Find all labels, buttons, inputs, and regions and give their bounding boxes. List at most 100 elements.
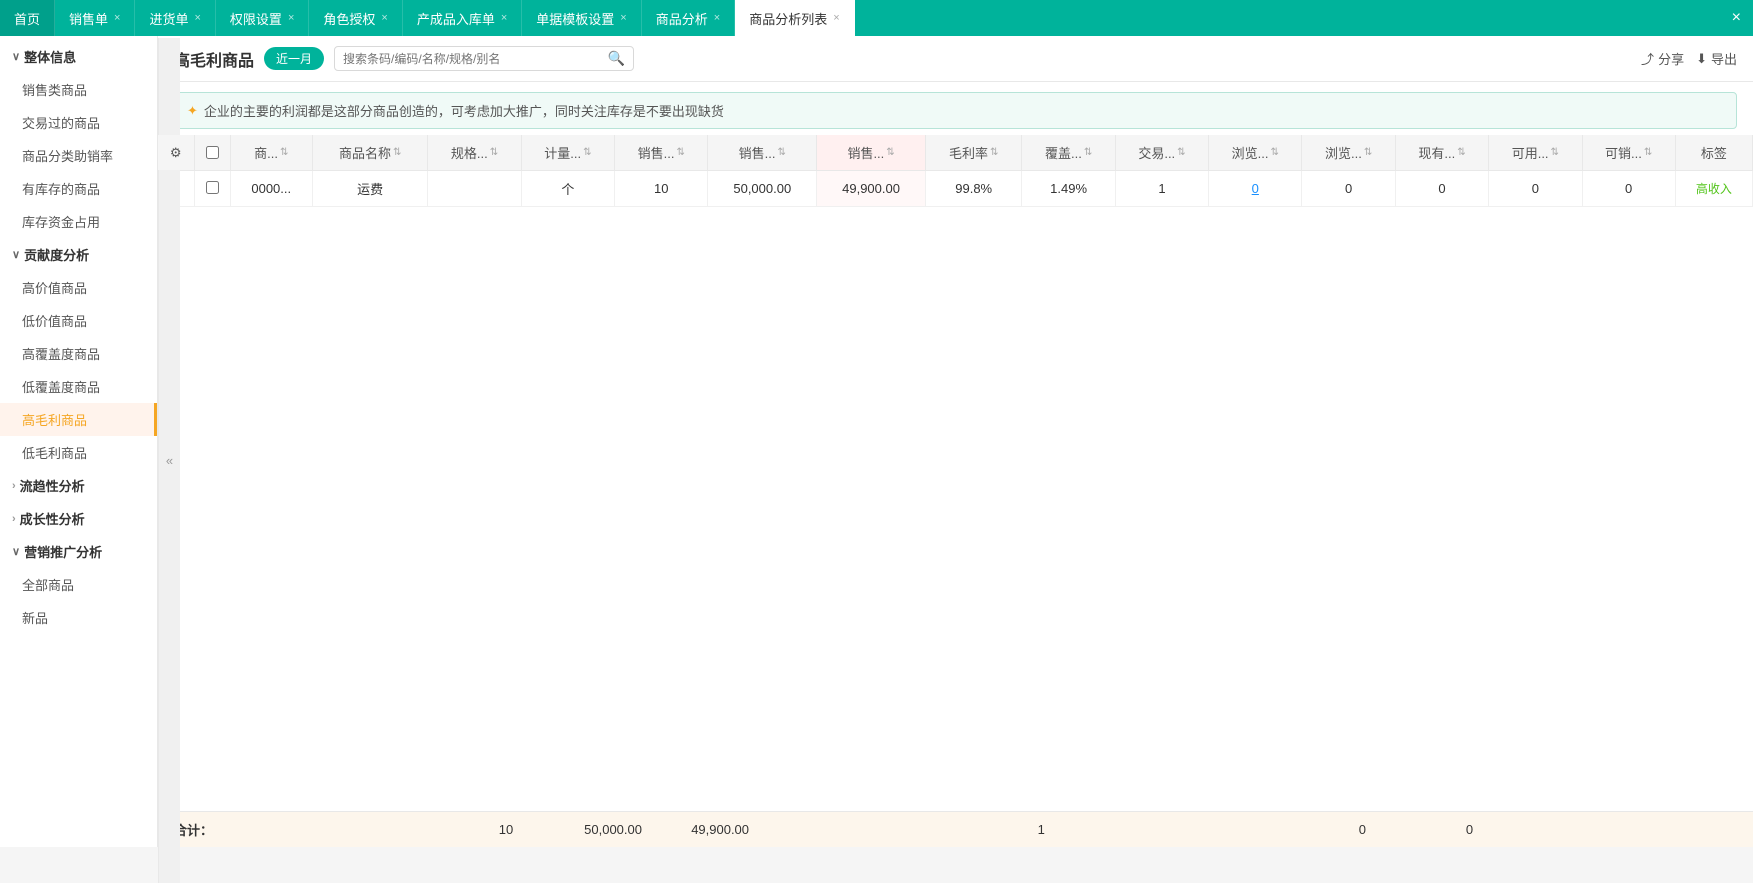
close-role-tab-icon[interactable]: × (381, 12, 387, 24)
footer-sales-qty: 10 (453, 822, 560, 837)
row-checkbox[interactable] (194, 171, 230, 207)
footer-summary: 合计： 10 50,000.00 49,900.00 1 0 0 (158, 811, 1753, 847)
sidebar-item-high-margin[interactable]: 高毛利商品 (0, 403, 157, 436)
th-spec[interactable]: 规格... ⇅ (428, 135, 521, 171)
sidebar-item-high-value[interactable]: 高价值商品 (0, 271, 157, 304)
row-sales-cost: 49,900.00 (817, 171, 926, 207)
th-sales-cost[interactable]: 销售... ⇅ (817, 135, 926, 171)
th-unit[interactable]: 计量... ⇅ (521, 135, 614, 171)
close-purchase-tab-icon[interactable]: × (194, 12, 200, 24)
nav-tab-purchase-label: 进货单 (149, 9, 188, 28)
th-checkbox[interactable] (194, 135, 230, 171)
th-sales-qty[interactable]: 销售... ⇅ (615, 135, 708, 171)
nav-tab-inbound-label: 产成品入库单 (417, 9, 495, 28)
row-view1[interactable]: 0 (1209, 171, 1302, 207)
th-code-label: 商... (254, 143, 278, 162)
th-view1[interactable]: 浏览... ⇅ (1209, 135, 1302, 171)
footer-stock-sale (1523, 822, 1630, 837)
search-box[interactable]: 🔍 (334, 46, 634, 71)
sort-coverage-icon: ⇅ (1084, 147, 1092, 158)
th-setting[interactable]: ⚙ (158, 135, 194, 171)
close-inbound-tab-icon[interactable]: × (501, 12, 507, 24)
row-stock-now: 0 (1395, 171, 1488, 207)
th-sales-qty-label: 销售... (638, 143, 675, 162)
search-input[interactable] (343, 52, 608, 66)
close-permission-tab-icon[interactable]: × (288, 12, 294, 24)
table-row[interactable]: 1 0000... 运费 个 10 50,000.00 49,900.00 99… (158, 171, 1753, 207)
close-sales-tab-icon[interactable]: × (114, 12, 120, 24)
sidebar-item-traded-goods[interactable]: 交易过的商品 (0, 106, 157, 139)
sidebar-item-new-goods[interactable]: 新品 (0, 601, 157, 634)
sidebar-group-flow[interactable]: › 流趋性分析 (0, 469, 157, 502)
sort-unit-icon: ⇅ (583, 147, 591, 158)
sidebar-item-all-goods[interactable]: 全部商品 (0, 568, 157, 601)
search-icon[interactable]: 🔍 (608, 50, 625, 67)
th-gross-rate[interactable]: 毛利率 ⇅ (925, 135, 1022, 171)
nav-tab-analysis[interactable]: 商品分析 × (642, 0, 735, 36)
th-coverage[interactable]: 覆盖... ⇅ (1022, 135, 1115, 171)
close-analysis-tab-icon[interactable]: × (714, 12, 720, 24)
footer-coverage (881, 822, 988, 837)
th-view2[interactable]: 浏览... ⇅ (1302, 135, 1395, 171)
nav-tab-role[interactable]: 角色授权 × (309, 0, 402, 36)
th-stock-now[interactable]: 现有... ⇅ (1395, 135, 1488, 171)
select-all-checkbox[interactable] (206, 146, 219, 159)
nav-tab-template[interactable]: 单据模板设置 × (522, 0, 641, 36)
th-sales-amt-label: 销售... (739, 143, 776, 162)
close-all-tabs-button[interactable]: × (1720, 0, 1753, 36)
th-stock-sale[interactable]: 可销... ⇅ (1582, 135, 1675, 171)
content-area: 高毛利商品 近一月 🔍 ⤴ 分享 ⬇ 导出 ✦ 企业的主要的利润都是这部分商品创… (158, 36, 1753, 847)
th-name[interactable]: 商品名称 ⇅ (312, 135, 427, 171)
th-stock-avail[interactable]: 可用... ⇅ (1489, 135, 1582, 171)
row-name: 运费 (312, 171, 427, 207)
sidebar-item-capital[interactable]: 库存资金占用 (0, 205, 157, 238)
sidebar-item-high-value-label: 高价值商品 (22, 281, 87, 296)
nav-tab-purchase[interactable]: 进货单 × (135, 0, 215, 36)
sidebar-item-high-coverage[interactable]: 高覆盖度商品 (0, 337, 157, 370)
sidebar-group-growth[interactable]: › 成长性分析 (0, 502, 157, 535)
sidebar-item-category-rate[interactable]: 商品分类助销率 (0, 139, 157, 172)
close-template-tab-icon[interactable]: × (620, 12, 626, 24)
nav-tab-permission[interactable]: 权限设置 × (216, 0, 309, 36)
row-select-checkbox[interactable] (206, 181, 219, 194)
sidebar-group-overall-label: 整体信息 (24, 47, 76, 66)
sidebar-item-sales-goods-label: 销售类商品 (22, 83, 87, 98)
sidebar-item-low-margin[interactable]: 低毛利商品 (0, 436, 157, 469)
sidebar-item-sales-goods[interactable]: 销售类商品 (0, 73, 157, 106)
sort-gross-rate-icon: ⇅ (990, 147, 998, 158)
row-stock-avail: 0 (1489, 171, 1582, 207)
share-button[interactable]: ⤴ 分享 (1641, 49, 1684, 68)
close-analysis-list-tab-icon[interactable]: × (833, 12, 839, 24)
sidebar: ∨ 整体信息 销售类商品 交易过的商品 商品分类助销率 有库存的商品 库存资金占… (0, 36, 158, 847)
table-container[interactable]: ⚙ 商... ⇅ 商品名称 (158, 135, 1753, 811)
th-code[interactable]: 商... ⇅ (230, 135, 312, 171)
sidebar-item-in-stock[interactable]: 有库存的商品 (0, 172, 157, 205)
header-actions: ⤴ 分享 ⬇ 导出 (1641, 49, 1737, 68)
th-sales-amt[interactable]: 销售... ⇅ (708, 135, 817, 171)
th-view2-label: 浏览... (1325, 143, 1362, 162)
th-coverage-label: 覆盖... (1045, 143, 1082, 162)
export-label: 导出 (1711, 49, 1737, 68)
info-banner: ✦ 企业的主要的利润都是这部分商品创造的，可考虑加大推广，同时关注库存是不要出现… (174, 92, 1737, 129)
nav-tab-home[interactable]: 首页 (0, 0, 55, 36)
th-stock-avail-label: 可用... (1512, 143, 1549, 162)
nav-tab-analysis-list[interactable]: 商品分析列表 × (735, 0, 854, 36)
sidebar-group-marketing[interactable]: ∨ 营销推广分析 (0, 535, 157, 568)
sidebar-group-overall[interactable]: ∨ 整体信息 (0, 40, 157, 73)
sidebar-item-low-coverage[interactable]: 低覆盖度商品 (0, 370, 157, 403)
export-button[interactable]: ⬇ 导出 (1696, 49, 1737, 68)
top-navigation: 首页 销售单 × 进货单 × 权限设置 × 角色授权 × 产成品入库单 × 单据… (0, 0, 1753, 36)
th-stock-now-label: 现有... (1418, 143, 1455, 162)
th-tag-label: 标签 (1701, 143, 1727, 162)
nav-tab-inbound[interactable]: 产成品入库单 × (403, 0, 522, 36)
nav-tab-sales[interactable]: 销售单 × (55, 0, 135, 36)
sidebar-group-contribution[interactable]: ∨ 贡献度分析 (0, 238, 157, 271)
nav-tab-analysis-list-label: 商品分析列表 (749, 9, 827, 28)
filter-recent-month-button[interactable]: 近一月 (264, 47, 324, 70)
th-gross-rate-label: 毛利率 (949, 143, 988, 162)
row-sales-qty: 10 (615, 171, 708, 207)
sidebar-item-low-value[interactable]: 低价值商品 (0, 304, 157, 337)
th-tx-count[interactable]: 交易... ⇅ (1115, 135, 1208, 171)
th-sales-cost-label: 销售... (847, 143, 884, 162)
th-tag: 标签 (1675, 135, 1752, 171)
